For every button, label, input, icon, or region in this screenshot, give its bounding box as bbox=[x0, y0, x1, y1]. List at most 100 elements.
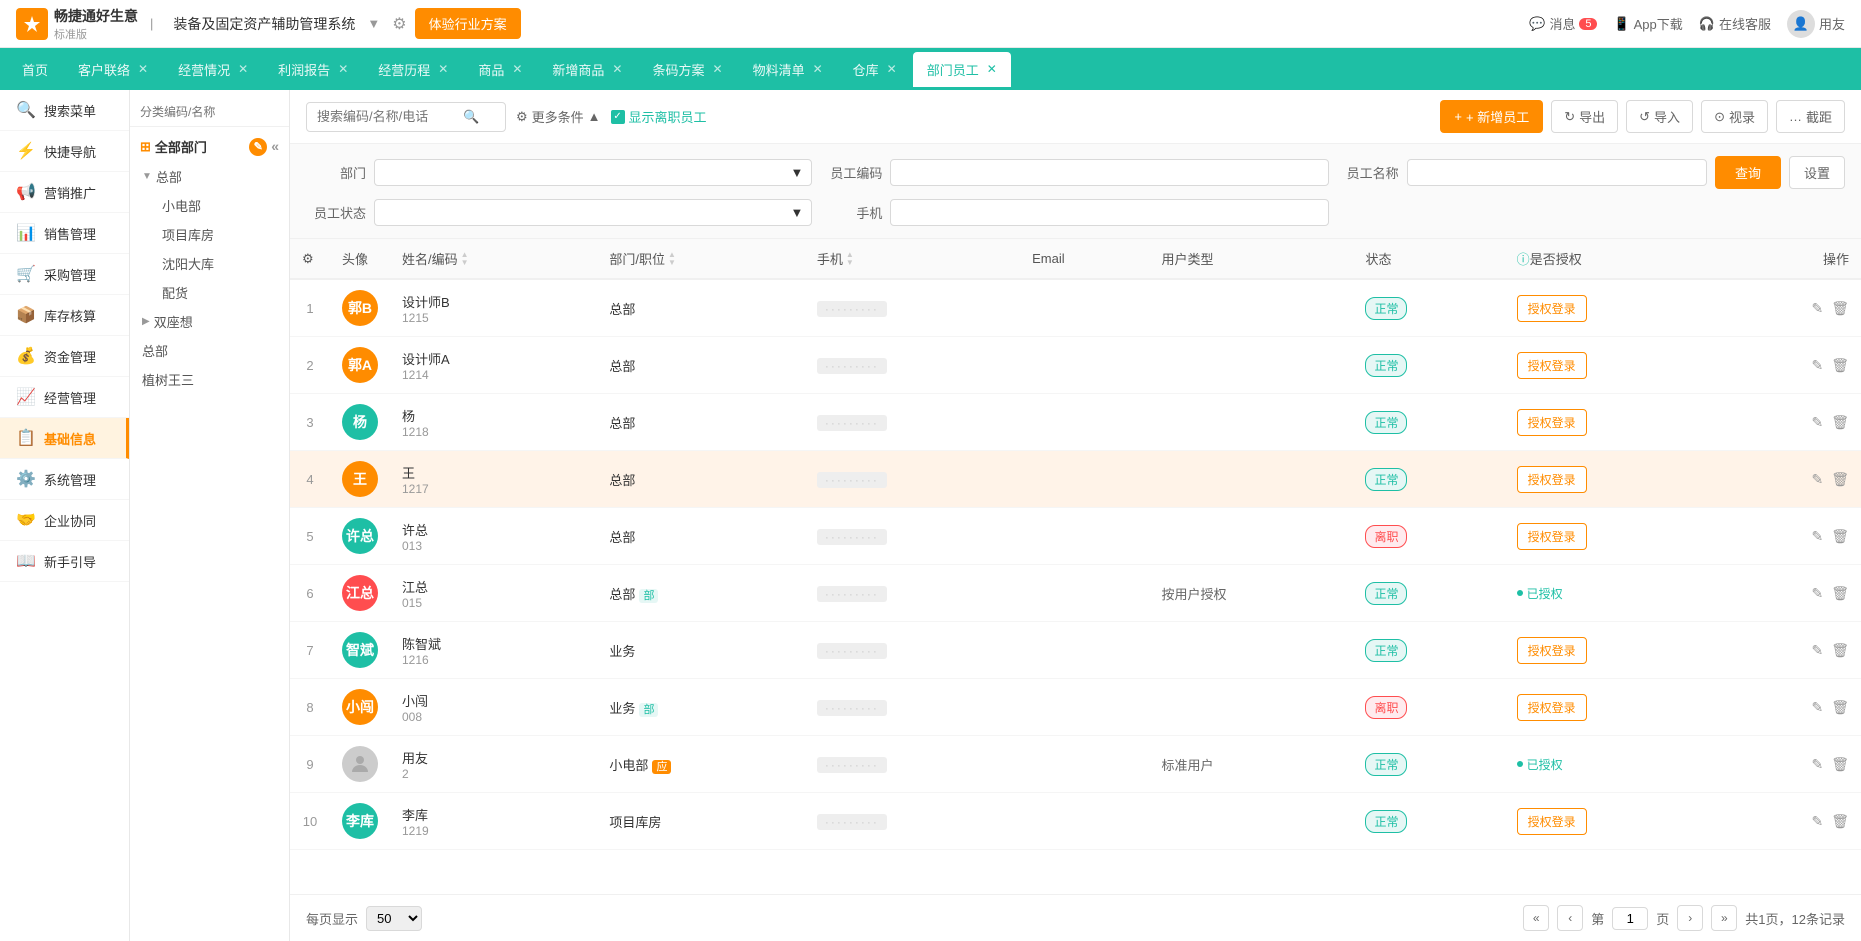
empname-input[interactable] bbox=[1407, 159, 1707, 186]
nav-goods-close[interactable]: ✕ bbox=[512, 62, 522, 76]
last-page-btn[interactable]: » bbox=[1711, 905, 1737, 931]
th-name[interactable]: 姓名/编码 ▲ ▼ bbox=[390, 239, 597, 279]
nav-barcode-close[interactable]: ✕ bbox=[713, 62, 723, 76]
dept-group-zhishu[interactable]: 植树王三 bbox=[130, 365, 289, 394]
view-btn[interactable]: ⊙ 视录 bbox=[1701, 100, 1768, 133]
nav-item-history[interactable]: 经营历程 ✕ bbox=[364, 52, 462, 87]
export-btn[interactable]: ↻ 导出 bbox=[1551, 100, 1618, 133]
nav-item-new-goods[interactable]: 新增商品 ✕ bbox=[538, 52, 636, 87]
empcode-input[interactable] bbox=[890, 159, 1328, 186]
add-employee-btn[interactable]: + + 新增员工 bbox=[1440, 100, 1543, 133]
nav-bom-close[interactable]: ✕ bbox=[813, 62, 823, 76]
auth-login-btn[interactable]: 授权登录 bbox=[1517, 637, 1587, 664]
auth-login-btn[interactable]: 授权登录 bbox=[1517, 694, 1587, 721]
edit-icon[interactable]: ✎ bbox=[1811, 471, 1823, 488]
app-download-item[interactable]: 📱 App下载 bbox=[1613, 14, 1682, 33]
nav-dept-close[interactable]: ✕ bbox=[987, 62, 997, 76]
nav-operation-close[interactable]: ✕ bbox=[238, 62, 248, 76]
dept-group-zongbu2[interactable]: 总部 bbox=[130, 336, 289, 365]
dept-group-shuangzuo[interactable]: ▶ 双座想 bbox=[130, 307, 289, 336]
dept-item-xiaodian[interactable]: 小电部 bbox=[130, 191, 289, 220]
nav-item-barcode[interactable]: 条码方案 ✕ bbox=[638, 52, 736, 87]
auth-login-btn[interactable]: 授权登录 bbox=[1517, 808, 1587, 835]
dept-header[interactable]: ⊞ 全部部门 ✎ « bbox=[130, 131, 289, 162]
dept-search-input[interactable] bbox=[140, 105, 290, 119]
edit-icon[interactable]: ✎ bbox=[1811, 414, 1823, 431]
online-service-item[interactable]: 🎧 在线客服 bbox=[1699, 14, 1771, 33]
nav-item-goods[interactable]: 商品 ✕ bbox=[464, 52, 536, 87]
edit-icon[interactable]: ✎ bbox=[1811, 642, 1823, 659]
empstatus-select[interactable]: ▼ bbox=[374, 199, 812, 226]
edit-icon[interactable]: ✎ bbox=[1811, 813, 1823, 830]
more-filter-btn[interactable]: ⚙ 更多条件 ▲ bbox=[516, 107, 601, 126]
left-nav-item-guide[interactable]: 📖 新手引导 bbox=[0, 541, 129, 582]
dept-item-xiangmu[interactable]: 项目库房 bbox=[130, 220, 289, 249]
th-settings[interactable]: ⚙ bbox=[290, 239, 330, 279]
edit-icon[interactable]: ✎ bbox=[1811, 357, 1823, 374]
edit-icon[interactable]: ✎ bbox=[1811, 756, 1823, 773]
left-nav-item-collab[interactable]: 🤝 企业协同 bbox=[0, 500, 129, 541]
delete-icon[interactable]: 🗑 bbox=[1831, 471, 1849, 488]
nav-profit-close[interactable]: ✕ bbox=[338, 62, 348, 76]
search-icon[interactable]: 🔍 bbox=[463, 109, 479, 125]
nav-item-profit[interactable]: 利润报告 ✕ bbox=[264, 52, 362, 87]
auth-login-btn[interactable]: 授权登录 bbox=[1517, 466, 1587, 493]
edit-icon[interactable]: ✎ bbox=[1811, 585, 1823, 602]
th-dept[interactable]: 部门/职位 ▲ ▼ bbox=[597, 239, 804, 279]
auth-login-btn[interactable]: 授权登录 bbox=[1517, 523, 1587, 550]
nav-new-goods-close[interactable]: ✕ bbox=[612, 62, 622, 76]
left-nav-item-marketing[interactable]: 📢 营销推广 bbox=[0, 172, 129, 213]
nav-warehouse-close[interactable]: ✕ bbox=[887, 62, 897, 76]
more-btn[interactable]: … 截距 bbox=[1776, 100, 1845, 133]
nav-item-operation[interactable]: 经营情况 ✕ bbox=[164, 52, 262, 87]
auth-login-btn[interactable]: 授权登录 bbox=[1517, 409, 1587, 436]
dept-item-peihuo[interactable]: 配货 bbox=[130, 278, 289, 307]
first-page-btn[interactable]: « bbox=[1523, 905, 1549, 931]
nav-item-home[interactable]: 首页 bbox=[8, 52, 62, 87]
edit-icon[interactable]: ✎ bbox=[1811, 528, 1823, 545]
dept-select[interactable]: ▼ bbox=[374, 159, 812, 186]
experience-btn[interactable]: 体验行业方案 bbox=[415, 8, 521, 39]
settings-icon[interactable]: ⚙ bbox=[392, 14, 406, 34]
delete-icon[interactable]: 🗑 bbox=[1831, 756, 1849, 773]
dept-item-shenyang[interactable]: 沈阳大库 bbox=[130, 249, 289, 278]
delete-icon[interactable]: 🗑 bbox=[1831, 642, 1849, 659]
delete-icon[interactable]: 🗑 bbox=[1831, 813, 1849, 830]
delete-icon[interactable]: 🗑 bbox=[1831, 414, 1849, 431]
left-nav-item-search[interactable]: 🔍 搜索菜单 bbox=[0, 90, 129, 131]
nav-history-close[interactable]: ✕ bbox=[438, 62, 448, 76]
user-item[interactable]: 👤 用友 bbox=[1787, 10, 1845, 38]
info-icon[interactable]: ⓘ bbox=[1517, 252, 1530, 267]
prev-page-btn[interactable]: ‹ bbox=[1557, 905, 1583, 931]
nav-item-dept[interactable]: 部门员工 ✕ bbox=[913, 52, 1011, 87]
search-btn[interactable]: 查询 bbox=[1715, 156, 1781, 189]
dept-edit-btn[interactable]: ✎ bbox=[249, 138, 267, 156]
auth-login-btn[interactable]: 授权登录 bbox=[1517, 352, 1587, 379]
left-nav-item-inventory[interactable]: 📦 库存核算 bbox=[0, 295, 129, 336]
edit-icon[interactable]: ✎ bbox=[1811, 300, 1823, 317]
nav-item-warehouse[interactable]: 仓库 ✕ bbox=[839, 52, 911, 87]
delete-icon[interactable]: 🗑 bbox=[1831, 357, 1849, 374]
next-page-btn[interactable]: › bbox=[1677, 905, 1703, 931]
nav-customer-close[interactable]: ✕ bbox=[138, 62, 148, 76]
delete-icon[interactable]: 🗑 bbox=[1831, 300, 1849, 317]
left-nav-item-mgmt[interactable]: 📈 经营管理 bbox=[0, 377, 129, 418]
delete-icon[interactable]: 🗑 bbox=[1831, 585, 1849, 602]
left-nav-item-shortcut[interactable]: ⚡ 快捷导航 bbox=[0, 131, 129, 172]
left-nav-item-purchase[interactable]: 🛒 采购管理 bbox=[0, 254, 129, 295]
phone-input[interactable] bbox=[890, 199, 1328, 226]
show-resigned-checkbox[interactable]: ✓ 显示离职员工 bbox=[611, 107, 707, 126]
import-btn[interactable]: ↺ 导入 bbox=[1626, 100, 1693, 133]
left-nav-item-basic[interactable]: 📋 基础信息 bbox=[0, 418, 129, 459]
delete-icon[interactable]: 🗑 bbox=[1831, 699, 1849, 716]
reset-btn[interactable]: 设置 bbox=[1789, 156, 1845, 189]
dept-collapse-btn[interactable]: « bbox=[271, 138, 279, 156]
nav-item-bom[interactable]: 物料清单 ✕ bbox=[739, 52, 837, 87]
dropdown-arrow[interactable]: ▼ bbox=[367, 16, 380, 31]
dept-group-zongbu[interactable]: ▼ 总部 bbox=[130, 162, 289, 191]
th-phone[interactable]: 手机 ▲ ▼ bbox=[805, 239, 1020, 279]
left-nav-item-system[interactable]: ⚙️ 系统管理 bbox=[0, 459, 129, 500]
delete-icon[interactable]: 🗑 bbox=[1831, 528, 1849, 545]
auth-login-btn[interactable]: 授权登录 bbox=[1517, 295, 1587, 322]
page-input[interactable] bbox=[1612, 907, 1648, 930]
